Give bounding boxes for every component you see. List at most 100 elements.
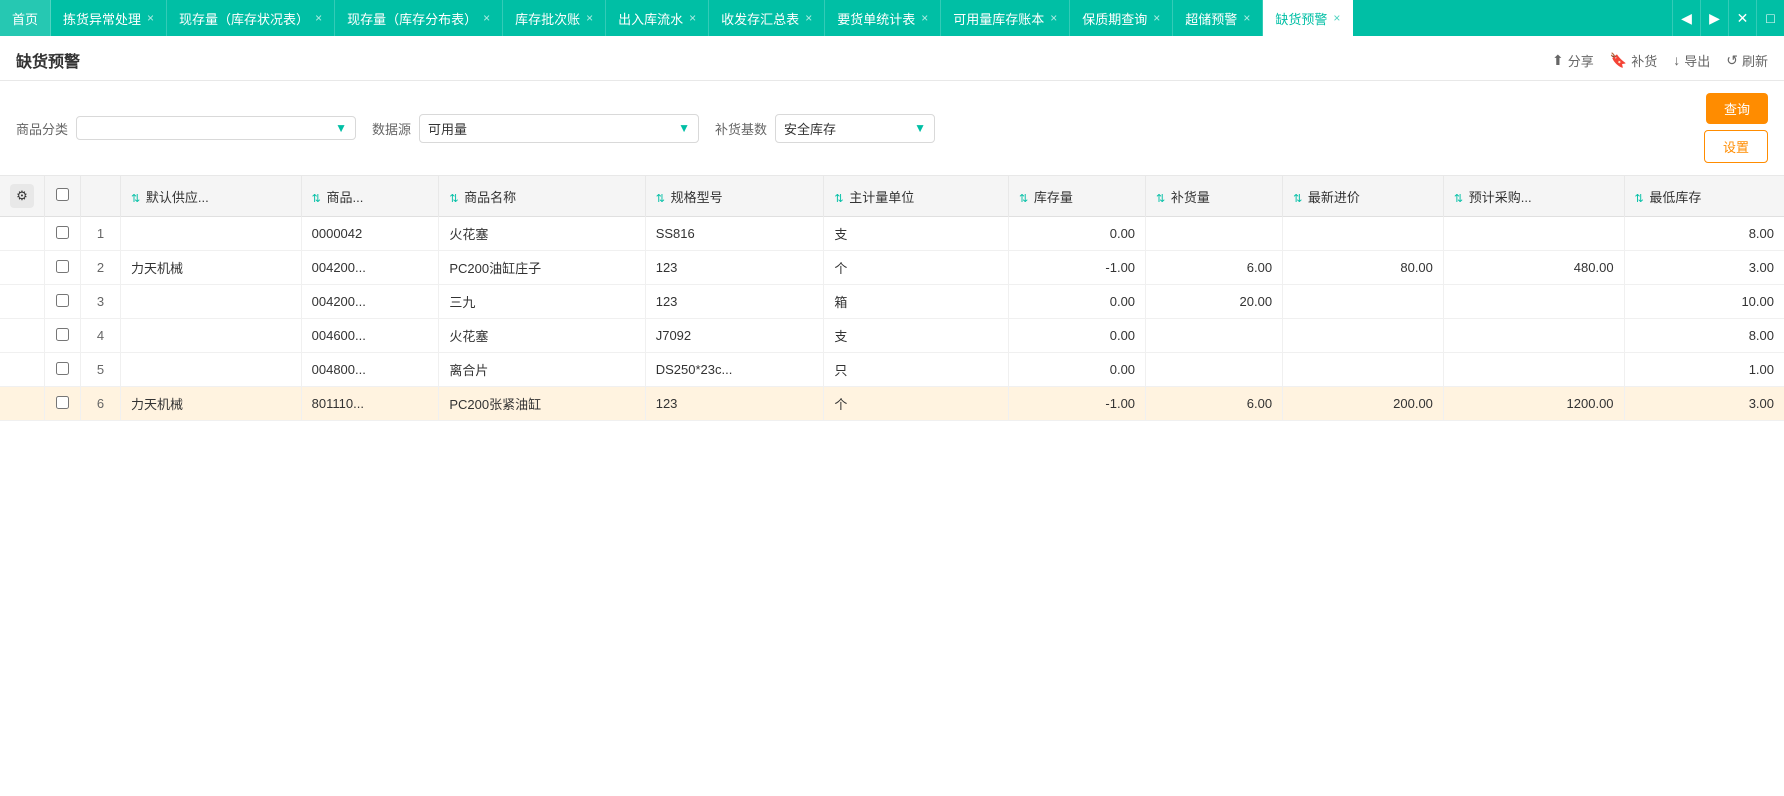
cell-price-0 [1283,217,1444,251]
tab-home[interactable]: 首页 [0,0,51,36]
th-product-name[interactable]: ⇅ 商品名称 [439,176,645,217]
tab-inventory-dist[interactable]: 现存量（库存分布表） × [335,0,503,36]
cell-stock-3: 0.00 [1009,319,1146,353]
tab-close-receive-summary[interactable]: × [805,11,812,25]
datasource-select[interactable]: 可用量 ▼ [419,114,699,143]
tab-close-overstock[interactable]: × [1243,11,1250,25]
settings-button[interactable]: 设置 [1704,130,1768,163]
category-filter-group: 商品分类 ▼ [16,116,356,140]
cell-spec-3: J7092 [645,319,824,353]
main-content: 缺货预警 ⬆ 分享 🔖 补货 ↓ 导出 ↺ 刷新 商品分类 [0,36,1784,796]
tab-close-window-btn[interactable]: ✕ [1728,0,1756,36]
select-all-checkbox[interactable] [56,188,69,201]
tab-available-ledger[interactable]: 可用量库存账本 × [941,0,1070,36]
table-container: ⚙ ⇅ 默认供应... ⇅ 商品... ⇅ [0,176,1784,421]
cell-checkbox-5[interactable] [45,387,81,421]
row-checkbox-5[interactable] [56,396,69,409]
th-spec[interactable]: ⇅ 规格型号 [645,176,824,217]
th-default-supplier[interactable]: ⇅ 默认供应... [121,176,302,217]
th-replenish-qty[interactable]: ⇅ 补货量 [1146,176,1283,217]
cell-checkbox-1[interactable] [45,251,81,285]
tab-prev-btn[interactable]: ◀ [1672,0,1700,36]
tab-close-abnormal[interactable]: × [147,11,154,25]
tab-close-available-ledger[interactable]: × [1050,11,1057,25]
sort-icon-unit: ⇅ [834,193,843,205]
cell-price-3 [1283,319,1444,353]
tab-close-inventory-status[interactable]: × [315,11,322,25]
cell-name-3: 火花塞 [439,319,645,353]
cell-settings-5 [0,387,45,421]
tab-overstock[interactable]: 超储预警 × [1173,0,1263,36]
cell-unit-0: 支 [824,217,1009,251]
datasource-select-value: 可用量 [428,119,467,138]
tab-next-btn[interactable]: ▶ [1700,0,1728,36]
cell-supplier-4 [121,353,302,387]
row-checkbox-0[interactable] [56,226,69,239]
th-latest-price[interactable]: ⇅ 最新进价 [1283,176,1444,217]
cell-num-1: 2 [81,251,121,285]
cell-checkbox-2[interactable] [45,285,81,319]
replenish-base-select[interactable]: 安全库存 ▼ [775,114,935,143]
cell-code-2: 004200... [301,285,439,319]
cell-replenish-2: 20.00 [1146,285,1283,319]
th-settings[interactable]: ⚙ [0,176,45,217]
tab-inventory-status[interactable]: 现存量（库存状况表） × [167,0,335,36]
category-label: 商品分类 [16,119,68,138]
cell-est-purchase-2 [1443,285,1624,319]
datasource-label: 数据源 [372,119,411,138]
cell-num-2: 3 [81,285,121,319]
tab-receive-summary[interactable]: 收发存汇总表 × [709,0,825,36]
share-icon: ⬆ [1552,52,1564,69]
row-checkbox-1[interactable] [56,260,69,273]
tab-close-inout-flow[interactable]: × [689,11,696,25]
cell-replenish-4 [1146,353,1283,387]
tab-inout-flow[interactable]: 出入库流水 × [606,0,709,36]
sort-icon-spec: ⇅ [656,193,665,205]
query-button[interactable]: 查询 [1706,93,1768,124]
th-estimated-purchase[interactable]: ⇅ 预计采购... [1443,176,1624,217]
row-checkbox-2[interactable] [56,294,69,307]
tab-close-inventory-dist[interactable]: × [483,11,490,25]
cell-checkbox-3[interactable] [45,319,81,353]
cell-stock-4: 0.00 [1009,353,1146,387]
tab-close-order-stats[interactable]: × [921,11,928,25]
tab-batch-account[interactable]: 库存批次账 × [503,0,606,36]
cell-checkbox-4[interactable] [45,353,81,387]
column-settings-gear[interactable]: ⚙ [10,184,34,208]
sort-icon-price: ⇅ [1293,193,1302,205]
th-unit[interactable]: ⇅ 主计量单位 [824,176,1009,217]
cell-unit-4: 只 [824,353,1009,387]
tab-maximize-btn[interactable]: □ [1756,0,1784,36]
th-stock-qty[interactable]: ⇅ 库存量 [1009,176,1146,217]
cell-min-stock-3: 8.00 [1624,319,1784,353]
tab-close-batch-account[interactable]: × [586,11,593,25]
tab-shortage[interactable]: 缺货预警 × [1263,0,1353,36]
sort-icon-stock: ⇅ [1019,193,1028,205]
replenish-base-filter-group: 补货基数 安全库存 ▼ [715,114,935,143]
tab-close-shortage[interactable]: × [1333,11,1340,25]
page-title: 缺货预警 [16,48,1552,72]
tab-expiry-query[interactable]: 保质期查询 × [1070,0,1173,36]
cell-price-5: 200.00 [1283,387,1444,421]
cell-min-stock-5: 3.00 [1624,387,1784,421]
cell-checkbox-0[interactable] [45,217,81,251]
export-button[interactable]: ↓ 导出 [1673,51,1710,70]
cell-est-purchase-4 [1443,353,1624,387]
cell-supplier-0 [121,217,302,251]
page-header: 缺货预警 ⬆ 分享 🔖 补货 ↓ 导出 ↺ 刷新 [0,36,1784,81]
row-checkbox-4[interactable] [56,362,69,375]
th-checkbox[interactable] [45,176,81,217]
tab-order-stats[interactable]: 要货单统计表 × [825,0,941,36]
th-min-stock[interactable]: ⇅ 最低库存 [1624,176,1784,217]
data-table: ⚙ ⇅ 默认供应... ⇅ 商品... ⇅ [0,176,1784,421]
cell-code-3: 004600... [301,319,439,353]
refresh-button[interactable]: ↺ 刷新 [1726,51,1768,70]
tab-close-expiry-query[interactable]: × [1153,11,1160,25]
tab-abnormal[interactable]: 拣货异常处理 × [51,0,167,36]
cell-code-1: 004200... [301,251,439,285]
replenish-button[interactable]: 🔖 补货 [1610,51,1657,70]
th-product-code[interactable]: ⇅ 商品... [301,176,439,217]
share-button[interactable]: ⬆ 分享 [1552,51,1594,70]
row-checkbox-3[interactable] [56,328,69,341]
category-select[interactable]: ▼ [76,116,356,140]
